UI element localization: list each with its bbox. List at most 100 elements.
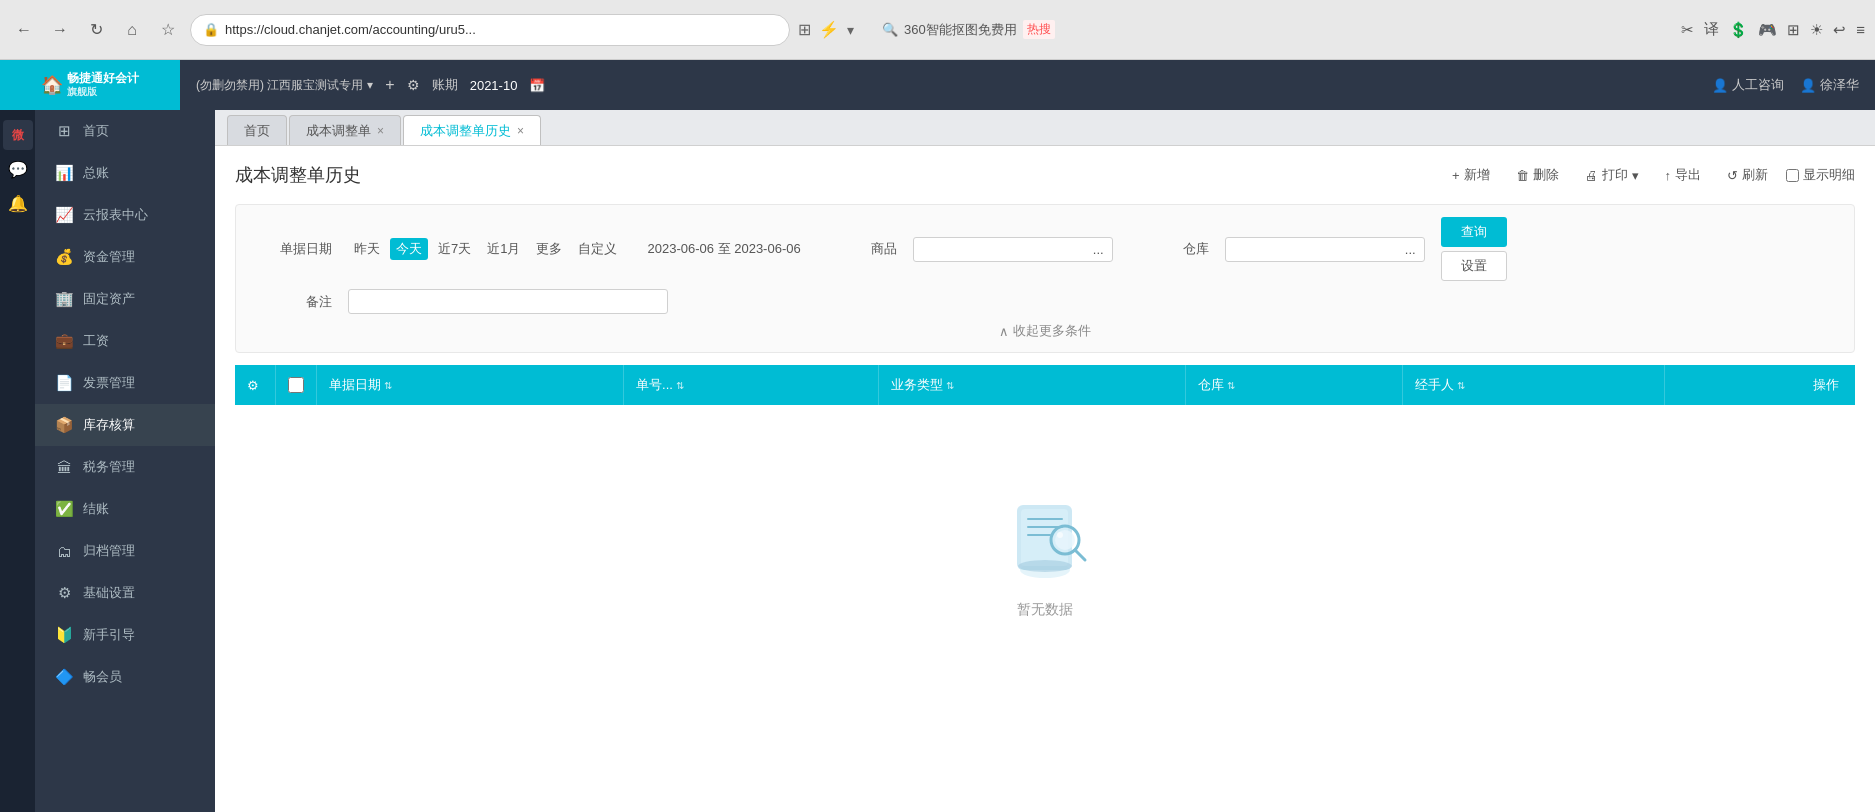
product-select[interactable]: ... xyxy=(913,237,1113,262)
date-option-yesterday[interactable]: 昨天 xyxy=(348,238,386,260)
sidebar-item-member[interactable]: 🔷 畅会员 xyxy=(35,656,215,698)
sidebar-label-member: 畅会员 xyxy=(83,668,122,686)
select-all-checkbox[interactable] xyxy=(288,377,304,393)
sort-date-icon: ⇅ xyxy=(384,380,392,391)
wallet-icon[interactable]: 💲 xyxy=(1729,21,1748,39)
tax-icon: 🏛 xyxy=(55,459,73,476)
new-button[interactable]: + 新增 xyxy=(1444,162,1498,188)
star-button[interactable]: ☆ xyxy=(154,16,182,44)
filter-section: 单据日期 昨天 今天 近7天 近1月 更多 自定义 2023-06-06 至 2… xyxy=(235,204,1855,353)
th-date[interactable]: 单据日期 ⇅ xyxy=(316,365,624,405)
hot-label: 热搜 xyxy=(1023,20,1055,39)
tab-home[interactable]: 首页 xyxy=(227,115,287,145)
sidebar-item-home[interactable]: ⊞ 首页 xyxy=(35,110,215,152)
warehouse-select[interactable]: ... xyxy=(1225,237,1425,262)
show-cols-label: 显示明细 xyxy=(1803,166,1855,184)
header-middle: (勿删勿禁用) 江西服宝测试专用 ▾ + ⚙ 账期 2021-10 📅 xyxy=(180,76,1712,94)
user-profile[interactable]: 👤 徐泽华 xyxy=(1800,76,1859,94)
th-settings[interactable]: ⚙ xyxy=(235,365,275,405)
tab-cost-adjust[interactable]: 成本调整单 × xyxy=(289,115,401,145)
date-option-1month[interactable]: 近1月 xyxy=(481,238,526,260)
query-button[interactable]: 查询 xyxy=(1441,217,1507,247)
apps-icon[interactable]: ⊞ xyxy=(1787,21,1800,39)
refresh-icon: ↺ xyxy=(1727,168,1738,183)
th-handler[interactable]: 经手人 ⇅ xyxy=(1402,365,1664,405)
forward-button[interactable]: → xyxy=(46,16,74,44)
export-button[interactable]: ↑ 导出 xyxy=(1657,162,1710,188)
logo-icon: 🏠 xyxy=(41,74,63,96)
print-button[interactable]: 🖨 打印 ▾ xyxy=(1577,162,1647,188)
date-option-custom[interactable]: 自定义 xyxy=(572,238,623,260)
invoice-icon: 📄 xyxy=(55,374,73,392)
sidebar-item-invoice[interactable]: 📄 发票管理 xyxy=(35,362,215,404)
th-warehouse[interactable]: 仓库 ⇅ xyxy=(1186,365,1403,405)
sidebar-item-archive[interactable]: 🗂 归档管理 xyxy=(35,530,215,572)
sidebar-item-salary[interactable]: 💼 工资 xyxy=(35,320,215,362)
left-icon-bar: 微 💬 🔔 xyxy=(0,110,35,812)
refresh-button[interactable]: ↺ 刷新 xyxy=(1719,162,1776,188)
settings-icon[interactable]: ⚙ xyxy=(407,77,420,93)
th-action: 操作 xyxy=(1664,365,1855,405)
sidebar-label-settings: 基础设置 xyxy=(83,584,135,602)
date-option-today[interactable]: 今天 xyxy=(390,238,428,260)
sidebar-item-tax[interactable]: 🏛 税务管理 xyxy=(35,446,215,488)
sidebar-label-ledger: 总账 xyxy=(83,164,109,182)
date-options: 昨天 今天 近7天 近1月 更多 自定义 xyxy=(348,238,623,260)
delete-button[interactable]: 🗑 删除 xyxy=(1508,162,1567,188)
brightness-icon[interactable]: ☀ xyxy=(1810,21,1823,39)
sidebar-item-ledger[interactable]: 📊 总账 xyxy=(35,152,215,194)
sidebar-item-settings[interactable]: ⚙ 基础设置 xyxy=(35,572,215,614)
tab-cost-adjust-history[interactable]: 成本调整单历史 × xyxy=(403,115,541,145)
th-type[interactable]: 业务类型 ⇅ xyxy=(878,365,1186,405)
sidebar-item-funds[interactable]: 💰 资金管理 xyxy=(35,236,215,278)
sidebar-item-checkout[interactable]: ✅ 结账 xyxy=(35,488,215,530)
tab-cost-adjust-close[interactable]: × xyxy=(377,124,384,138)
date-filter-row: 单据日期 昨天 今天 近7天 近1月 更多 自定义 2023-06-06 至 2… xyxy=(252,217,1838,281)
home-button[interactable]: ⌂ xyxy=(118,16,146,44)
company-selector[interactable]: (勿删勿禁用) 江西服宝测试专用 ▾ xyxy=(196,77,373,94)
date-option-more[interactable]: 更多 xyxy=(530,238,568,260)
sidebar-label-salary: 工资 xyxy=(83,332,109,350)
th-number-label: 单号... xyxy=(636,376,673,394)
back-button[interactable]: ← xyxy=(10,16,38,44)
game-icon[interactable]: 🎮 xyxy=(1758,21,1777,39)
consultant-link[interactable]: 👤 人工咨询 xyxy=(1712,76,1784,94)
logo-text: 畅捷通好会计 xyxy=(67,71,139,85)
sidebar-label-fixed-assets: 固定资产 xyxy=(83,290,135,308)
add-tab-icon[interactable]: + xyxy=(385,76,394,94)
left-icon-chat[interactable]: 💬 xyxy=(3,154,33,184)
gear-icon[interactable]: ⚙ xyxy=(247,378,259,393)
remark-input[interactable] xyxy=(348,289,668,314)
export-label: 导出 xyxy=(1675,166,1701,184)
show-cols-input[interactable] xyxy=(1786,169,1799,182)
remark-filter-row: 备注 xyxy=(252,289,1838,314)
th-number[interactable]: 单号... ⇅ xyxy=(624,365,879,405)
page-title-row: 成本调整单历史 + 新增 🗑 删除 🖨 打印 ▾ xyxy=(235,162,1855,188)
dropdown-icon[interactable]: ▾ xyxy=(847,22,854,38)
data-table: ⚙ 单据日期 ⇅ xyxy=(235,365,1855,405)
sidebar-item-reports[interactable]: 📈 云报表中心 xyxy=(35,194,215,236)
settings-button[interactable]: 设置 xyxy=(1441,251,1507,281)
scissors-icon[interactable]: ✂ xyxy=(1681,21,1694,39)
url-bar[interactable]: 🔒 https://cloud.chanjet.com/accounting/u… xyxy=(190,14,790,46)
calendar-icon[interactable]: 📅 xyxy=(529,78,545,93)
search-icon: 🔍 xyxy=(882,22,898,37)
reload-button[interactable]: ↻ xyxy=(82,16,110,44)
ledger-icon: 📊 xyxy=(55,164,73,182)
left-icon-weibo[interactable]: 微 xyxy=(3,120,33,150)
sidebar-label-home: 首页 xyxy=(83,122,109,140)
date-option-7days[interactable]: 近7天 xyxy=(432,238,477,260)
member-icon: 🔷 xyxy=(55,668,73,686)
collapse-button[interactable]: ∧ 收起更多条件 xyxy=(252,322,1838,340)
tab-cost-adjust-history-close[interactable]: × xyxy=(517,124,524,138)
sidebar-item-inventory[interactable]: 📦 库存核算 xyxy=(35,404,215,446)
translate-icon[interactable]: 译 xyxy=(1704,20,1719,39)
left-icon-notice[interactable]: 🔔 xyxy=(3,188,33,218)
menu-icon[interactable]: ≡ xyxy=(1856,21,1865,38)
show-cols-checkbox[interactable]: 显示明细 xyxy=(1786,166,1855,184)
undo-icon[interactable]: ↩ xyxy=(1833,21,1846,39)
funds-icon: 💰 xyxy=(55,248,73,266)
company-dropdown-icon: ▾ xyxy=(367,78,373,92)
sidebar-item-guide[interactable]: 🔰 新手引导 xyxy=(35,614,215,656)
sidebar-item-fixed-assets[interactable]: 🏢 固定资产 xyxy=(35,278,215,320)
